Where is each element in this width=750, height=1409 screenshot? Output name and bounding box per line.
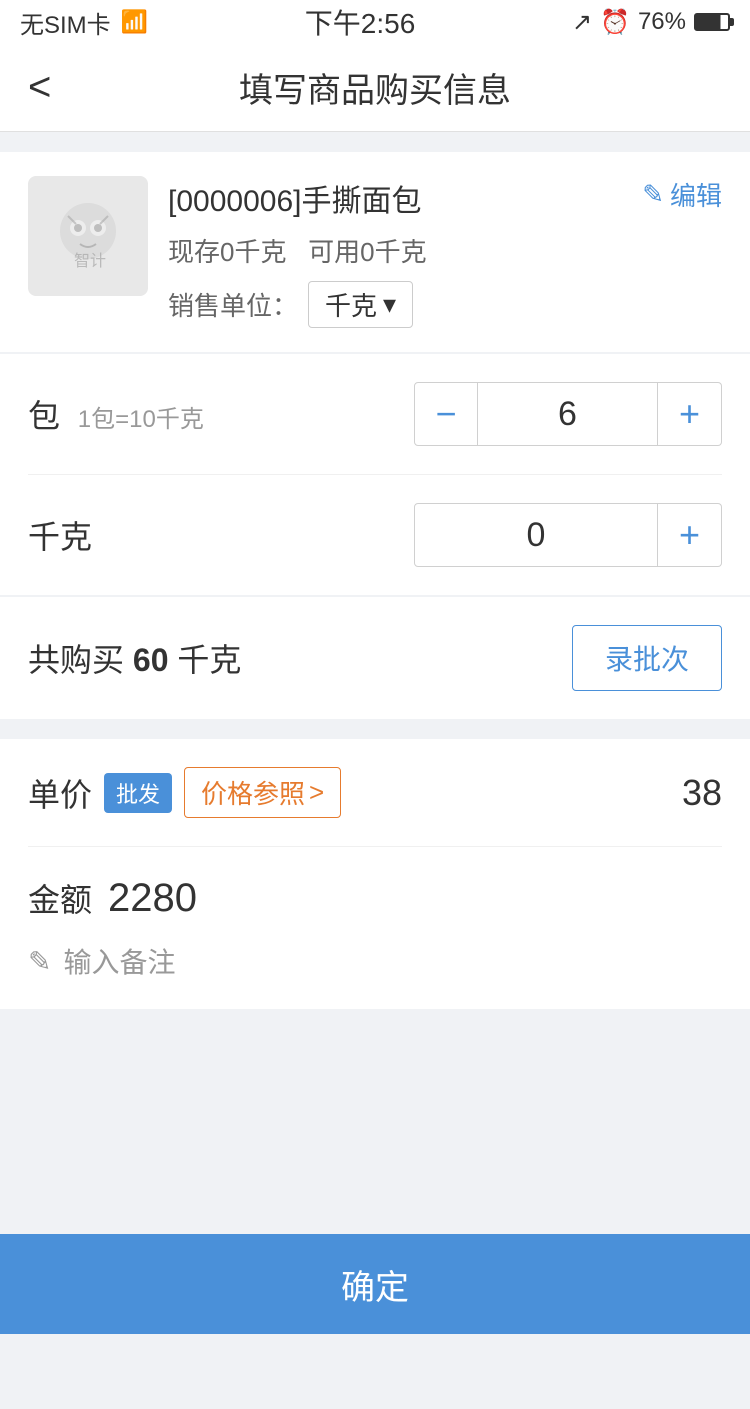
carrier-text: 无SIM卡 bbox=[20, 5, 111, 40]
edit-button[interactable]: ✎ 编辑 bbox=[642, 176, 722, 213]
battery-text: 76% bbox=[638, 8, 686, 36]
kg-quantity-row: 千克 + bbox=[28, 475, 722, 595]
confirm-label: 确定 bbox=[341, 1260, 409, 1309]
product-logo-icon: 智计 bbox=[48, 196, 128, 276]
total-amount: 60 bbox=[133, 642, 177, 678]
total-section: 共购买 60 千克 录批次 bbox=[0, 597, 750, 719]
total-unit: 千克 bbox=[177, 642, 241, 678]
wifi-icon: 📶 bbox=[121, 9, 148, 35]
unit-select[interactable]: 千克 ▾ bbox=[308, 281, 413, 328]
battery-icon bbox=[694, 13, 730, 31]
price-row: 单价 批发 价格参照 > 38 bbox=[28, 767, 722, 847]
product-title: 手撕面包 bbox=[301, 185, 421, 218]
quantity-section: 包 1包=10千克 − + 千克 + bbox=[0, 354, 750, 595]
product-unit: 销售单位： 千克 ▾ bbox=[168, 281, 722, 328]
amount-section: 金额 2280 ✎ 输入备注 bbox=[28, 847, 722, 1009]
product-code: [0000006] bbox=[168, 185, 301, 218]
confirm-button[interactable]: 确定 bbox=[0, 1234, 750, 1334]
price-tag: 批发 bbox=[104, 773, 172, 813]
price-ref-arrow-icon: > bbox=[309, 777, 324, 808]
bag-controls: − + bbox=[414, 382, 722, 446]
amount-row: 金额 2280 bbox=[28, 875, 722, 921]
price-section: 单价 批发 价格参照 > 38 金额 2280 ✎ 输入备注 bbox=[0, 739, 750, 1009]
status-left: 无SIM卡 📶 bbox=[20, 5, 148, 40]
kg-input[interactable] bbox=[414, 503, 658, 567]
svg-text:智计: 智计 bbox=[74, 252, 106, 270]
product-image: 智计 bbox=[28, 176, 148, 296]
bag-label-group: 包 1包=10千克 bbox=[28, 391, 204, 437]
kg-label-group: 千克 bbox=[28, 512, 92, 558]
bag-plus-button[interactable]: + bbox=[658, 382, 722, 446]
bag-sublabel: 1包=10千克 bbox=[78, 406, 204, 433]
unit-label: 销售单位： bbox=[168, 286, 298, 323]
nav-bar: < 填写商品购买信息 bbox=[0, 44, 750, 132]
edit-icon: ✎ bbox=[642, 179, 664, 210]
status-bar: 无SIM卡 📶 下午2:56 ↗ ⏰ 76% bbox=[0, 0, 750, 44]
bag-minus-button[interactable]: − bbox=[414, 382, 478, 446]
product-stock: 现存0千克 可用0千克 bbox=[168, 232, 722, 269]
kg-label: 千克 bbox=[28, 519, 92, 555]
product-section: 智计 [0000006]手撕面包 现存0千克 可用0千克 销售单位： 千克 ▾ … bbox=[0, 152, 750, 352]
location-icon: ↗ bbox=[572, 8, 592, 37]
back-button[interactable]: < bbox=[28, 65, 51, 110]
price-label: 单价 bbox=[28, 770, 92, 816]
stock-text: 现存0千克 bbox=[168, 237, 286, 267]
price-value: 38 bbox=[682, 772, 722, 814]
bag-label: 包 bbox=[28, 398, 60, 434]
product-name: [0000006]手撕面包 bbox=[168, 176, 722, 220]
total-text: 共购买 60 千克 bbox=[28, 635, 241, 681]
price-ref-text: 价格参照 bbox=[201, 774, 305, 811]
price-left: 单价 批发 价格参照 > bbox=[28, 767, 341, 818]
note-placeholder: 输入备注 bbox=[63, 941, 175, 981]
batch-button[interactable]: 录批次 bbox=[572, 625, 722, 691]
available-text: 可用0千克 bbox=[308, 237, 426, 267]
note-row[interactable]: ✎ 输入备注 bbox=[28, 941, 722, 981]
amount-label: 金额 bbox=[28, 875, 92, 921]
amount-value: 2280 bbox=[108, 876, 197, 921]
total-label: 共购买 bbox=[28, 642, 133, 678]
page-title: 填写商品购买信息 bbox=[239, 63, 511, 112]
bag-quantity-row: 包 1包=10千克 − + bbox=[28, 354, 722, 475]
product-info: [0000006]手撕面包 现存0千克 可用0千克 销售单位： 千克 ▾ bbox=[168, 176, 722, 328]
kg-controls: + bbox=[414, 503, 722, 567]
note-icon: ✎ bbox=[28, 945, 51, 978]
price-ref-button[interactable]: 价格参照 > bbox=[184, 767, 341, 818]
dropdown-arrow-icon: ▾ bbox=[383, 289, 396, 320]
status-right: ↗ ⏰ 76% bbox=[572, 8, 730, 37]
alarm-icon: ⏰ bbox=[600, 8, 630, 37]
status-time: 下午2:56 bbox=[305, 2, 416, 42]
kg-plus-button[interactable]: + bbox=[658, 503, 722, 567]
bag-input[interactable] bbox=[478, 382, 658, 446]
